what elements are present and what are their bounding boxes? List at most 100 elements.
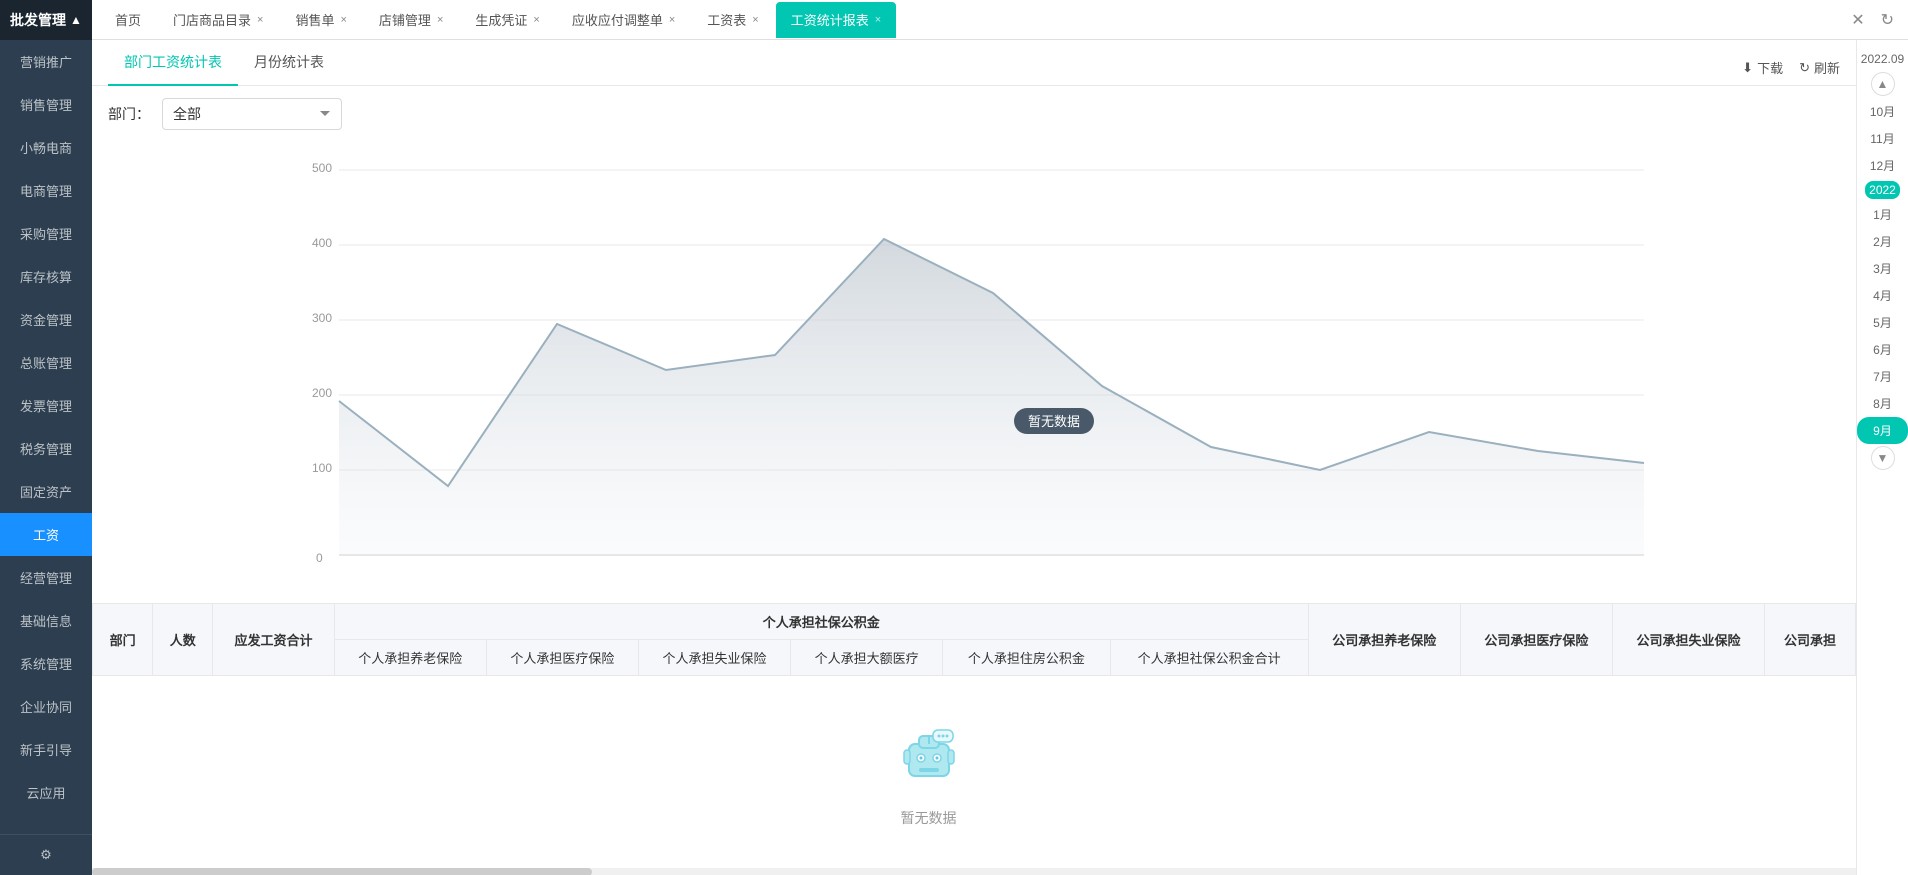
timeline-month-8[interactable]: 8月 [1857,390,1908,417]
tab-payroll-sheet[interactable]: 工资表 × [692,2,773,38]
svg-text:200: 200 [312,386,332,400]
area-chart: 500 400 300 200 100 0 [108,150,1840,590]
timeline-month-6[interactable]: 6月 [1857,336,1908,363]
tab-close-voucher[interactable]: × [533,14,539,26]
refresh-icon: ↻ [1799,60,1810,76]
th-personal-housing: 个人承担住房公积金 [943,640,1110,676]
sidebar-item-system[interactable]: 系统管理 [0,642,92,685]
sidebar-item-finance[interactable]: 资金管理 [0,298,92,341]
timeline-down-button[interactable]: ▼ [1871,446,1895,470]
sidebar-item-ecom-mgmt[interactable]: 电商管理 [0,169,92,212]
sidebar-item-newbie[interactable]: 新手引导 [0,728,92,771]
sidebar: 批发管理 ▲ 营销推广 销售管理 小畅电商 电商管理 采购管理 库存核算 资金管… [0,0,92,875]
sidebar-collapse-icon[interactable]: ▲ [70,13,82,27]
data-table: 部门 人数 应发工资合计 个人承担社保公积金 公司承担养老保险 公司承担医疗保险… [92,603,1856,868]
sidebar-item-tax[interactable]: 税务管理 [0,427,92,470]
sub-tab-dept[interactable]: 部门工资统计表 [108,40,238,86]
sub-tab-month[interactable]: 月份统计表 [238,40,340,86]
timeline-month-11[interactable]: 11月 [1857,125,1908,152]
sidebar-item-operations[interactable]: 经营管理 [0,556,92,599]
svg-text:暂无数据: 暂无数据 [1028,414,1080,429]
sidebar-item-purchase[interactable]: 采购管理 [0,212,92,255]
timeline-up-button[interactable]: ▲ [1871,72,1895,96]
timeline-month-3[interactable]: 3月 [1857,255,1908,282]
filter-row: 部门： 全部 销售部 财务部 行政部 [92,86,1856,142]
sidebar-item-basic-info[interactable]: 基础信息 [0,599,92,642]
th-personal-unemployment: 个人承担失业保险 [638,640,790,676]
tab-payroll-report[interactable]: 工资统计报表 × [776,2,896,38]
timeline-month-4[interactable]: 4月 [1857,282,1908,309]
sidebar-item-sales[interactable]: 销售管理 [0,83,92,126]
tab-close-store-catalog[interactable]: × [257,14,263,26]
timeline-month-7[interactable]: 7月 [1857,363,1908,390]
close-all-tabs-icon[interactable]: ✕ [1845,6,1870,34]
th-headcount: 人数 [153,604,213,676]
sidebar-settings-button[interactable]: ⚙ [0,834,92,875]
refresh-button[interactable]: ↻ 刷新 [1799,58,1840,77]
tab-close-payroll-report[interactable]: × [875,14,881,26]
sub-tabs: 部门工资统计表 月份统计表 ⬇ 下载 ↻ 刷新 [92,40,1856,86]
table-row: 暂无数据 [93,676,1856,869]
th-company-pension: 公司承担养老保险 [1308,604,1460,676]
sidebar-item-ledger[interactable]: 总账管理 [0,341,92,384]
sidebar-item-fixed-assets[interactable]: 固定资产 [0,470,92,513]
main-area: 首页 门店商品目录 × 销售单 × 店铺管理 × 生成凭证 × 应收应付调整单 … [92,0,1908,875]
tab-close-shop[interactable]: × [437,14,443,26]
th-personal-pension: 个人承担养老保险 [334,640,486,676]
tab-store-catalog[interactable]: 门店商品目录 × [158,2,278,38]
timeline-month-1[interactable]: 1月 [1857,201,1908,228]
timeline-month-2[interactable]: 2月 [1857,228,1908,255]
timeline-year-label: 2022.09 [1859,48,1906,70]
timeline-year-badge[interactable]: 2022 [1865,181,1900,199]
tab-home[interactable]: 首页 [100,2,156,38]
table-section: 部门 人数 应发工资合计 个人承担社保公积金 公司承担养老保险 公司承担医疗保险… [92,603,1856,875]
sidebar-item-inventory[interactable]: 库存核算 [0,255,92,298]
tab-sales-order[interactable]: 销售单 × [280,2,361,38]
table-scrollbar[interactable] [92,868,1856,875]
tab-voucher[interactable]: 生成凭证 × [460,2,554,38]
th-company-unemployment: 公司承担失业保险 [1612,604,1764,676]
content-area: 部门工资统计表 月份统计表 ⬇ 下载 ↻ 刷新 [92,40,1908,875]
th-personal-medical: 个人承担医疗保险 [486,640,638,676]
th-company-other: 公司承担 [1765,604,1856,676]
svg-text:500: 500 [312,161,332,175]
sidebar-item-marketing[interactable]: 营销推广 [0,40,92,83]
sidebar-title: 批发管理 [10,10,66,30]
refresh-tabs-icon[interactable]: ↻ [1875,6,1900,34]
timeline-month-10[interactable]: 10月 [1857,98,1908,125]
tab-close-arap[interactable]: × [669,14,675,26]
timeline-month-9[interactable]: 9月 [1857,417,1908,444]
svg-text:400: 400 [312,236,332,250]
sidebar-item-mini-ecom[interactable]: 小畅电商 [0,126,92,169]
timeline-month-5[interactable]: 5月 [1857,309,1908,336]
tabs-bar: 首页 门店商品目录 × 销售单 × 店铺管理 × 生成凭证 × 应收应付调整单 … [92,0,1908,40]
tab-shop-mgmt[interactable]: 店铺管理 × [364,2,458,38]
sidebar-header: 批发管理 ▲ [0,0,92,40]
th-personal-major-medical: 个人承担大额医疗 [791,640,943,676]
timeline-panel: 2022.09 ▲ 10月 11月 12月 2022 1月 2月 3月 4月 5… [1856,40,1908,875]
tabs-actions: ✕ ↻ [1845,6,1900,34]
th-personal-social: 个人承担社保公积金 [334,604,1308,640]
svg-text:0: 0 [316,551,323,565]
sidebar-item-cloud[interactable]: 云应用 [0,771,92,814]
dept-filter-label: 部门： [108,104,150,124]
tab-close-sales[interactable]: × [340,14,346,26]
svg-text:300: 300 [312,311,332,325]
th-company-medical: 公司承担医疗保险 [1460,604,1612,676]
chart-wrapper: 500 400 300 200 100 0 [92,142,1856,603]
sidebar-item-invoice[interactable]: 发票管理 [0,384,92,427]
empty-state: 暂无数据 [93,676,1765,868]
th-personal-total: 个人承担社保公积金合计 [1110,640,1308,676]
page-content: 部门工资统计表 月份统计表 ⬇ 下载 ↻ 刷新 [92,40,1856,875]
sidebar-item-payroll[interactable]: 工资 [0,513,92,556]
empty-text: 暂无数据 [901,808,957,828]
tab-ar-ap[interactable]: 应收应付调整单 × [557,2,690,38]
tab-close-payroll-sheet[interactable]: × [752,14,758,26]
gear-icon: ⚙ [40,847,52,862]
sidebar-item-collab[interactable]: 企业协同 [0,685,92,728]
download-button[interactable]: ⬇ 下载 [1742,58,1783,77]
dept-filter-select[interactable]: 全部 销售部 财务部 行政部 [162,98,342,130]
timeline-month-12[interactable]: 12月 [1857,152,1908,179]
table-scrollbar-thumb[interactable] [92,868,592,875]
th-gross-salary: 应发工资合计 [213,604,334,676]
